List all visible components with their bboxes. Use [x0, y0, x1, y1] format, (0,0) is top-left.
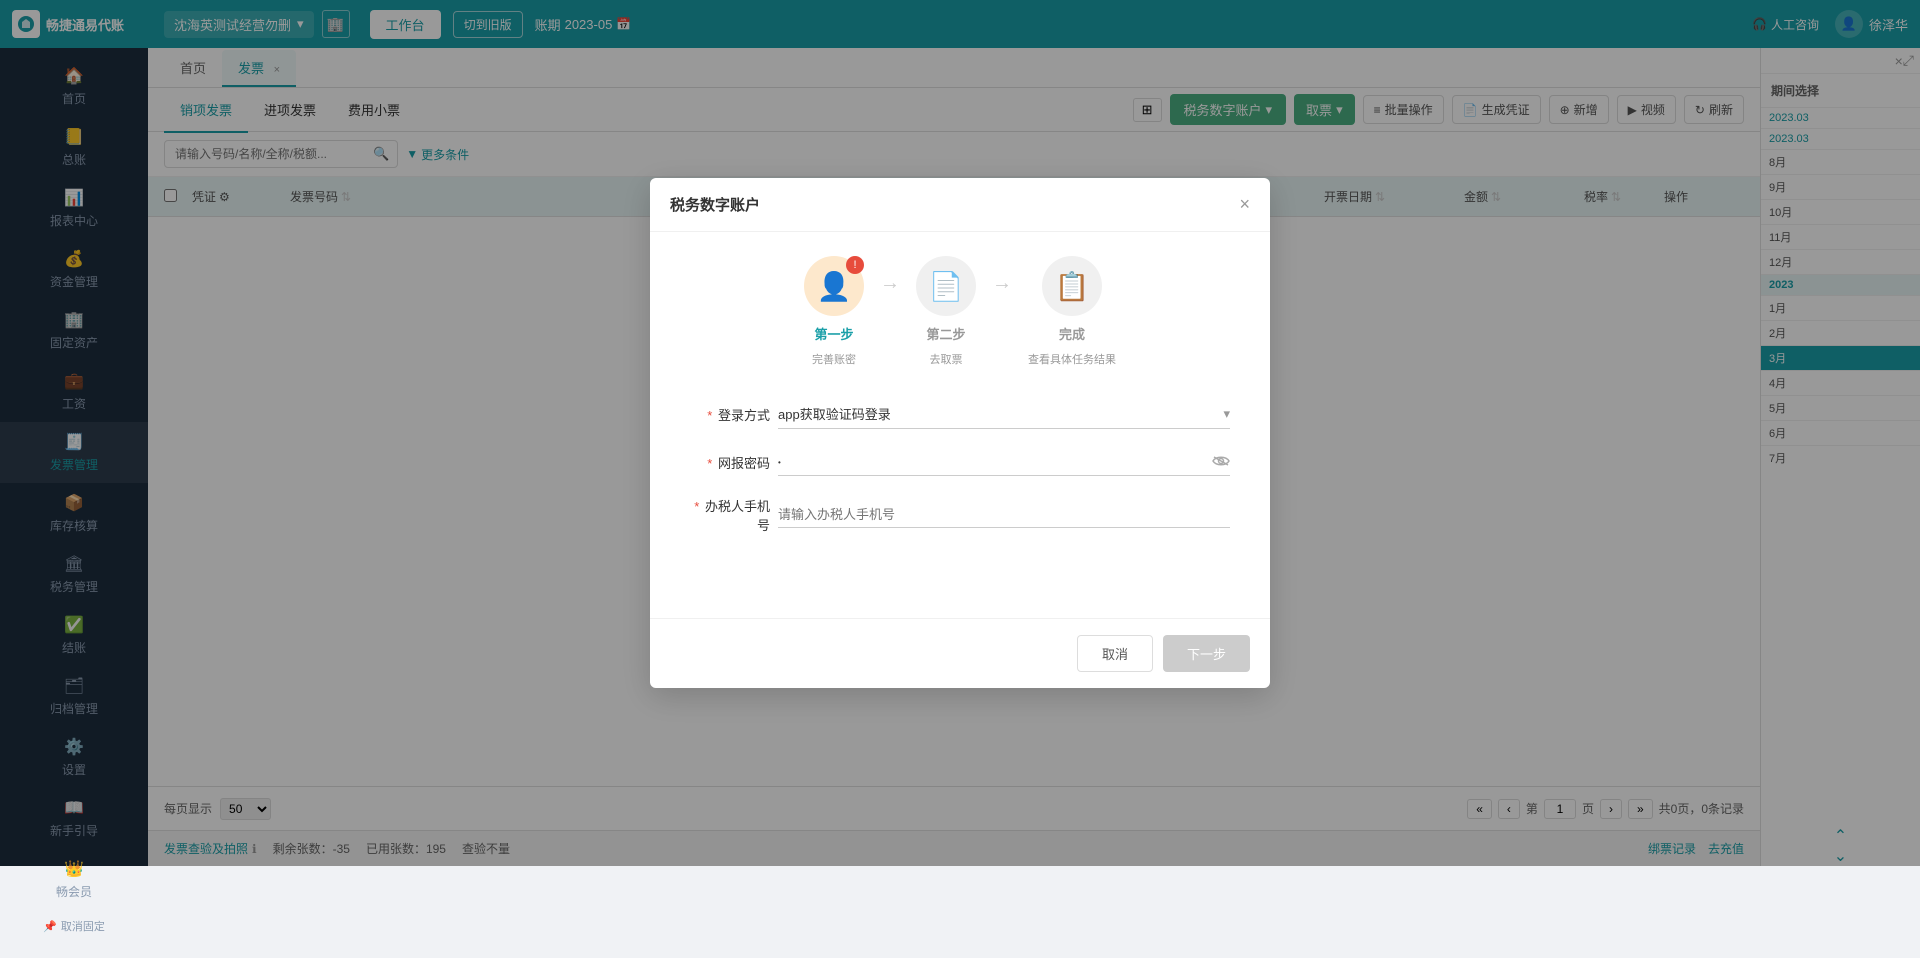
sidebar-bottom: 📌 取消固定	[0, 910, 148, 958]
step-1: 👤 ! 第一步 完善账密	[804, 256, 864, 367]
chevron-down-login: ▾	[1223, 406, 1230, 422]
required-star: *	[707, 408, 712, 423]
steps-container: 👤 ! 第一步 完善账密 → 📄 第二步 去取票 →	[690, 256, 1230, 367]
phone-label: * 办税人手机号	[690, 496, 770, 534]
step-1-icon-wrap: 👤 !	[804, 256, 864, 316]
modal-footer: 取消 下一步	[650, 618, 1270, 688]
modal-overlay: 税务数字账户 × 👤 ! 第一步 完善账密 → 📄	[0, 0, 1920, 866]
password-input-wrapper: •	[778, 449, 1230, 476]
modal-title: 税务数字账户	[670, 194, 760, 215]
step-2-label: 第二步	[926, 324, 965, 343]
step-2-desc: 去取票	[930, 351, 963, 367]
step-3-icon-wrap: 📋	[1042, 256, 1102, 316]
step-1-icon: 👤	[817, 270, 852, 303]
pin-icon: 📌	[43, 920, 57, 933]
login-method-label: * 登录方式	[690, 405, 770, 424]
step-3-desc: 查看具体任务结果	[1028, 351, 1116, 367]
login-method-select[interactable]: app获取验证码登录 ▾	[778, 399, 1230, 429]
next-button[interactable]: 下一步	[1163, 635, 1250, 672]
required-star-phone: *	[694, 499, 699, 514]
step-1-desc: 完善账密	[812, 351, 856, 367]
step-1-badge: !	[846, 256, 864, 274]
password-dot: •	[778, 458, 781, 467]
phone-input[interactable]	[778, 502, 1230, 528]
phone-row: * 办税人手机号	[690, 496, 1230, 534]
login-method-row: * 登录方式 app获取验证码登录 ▾	[690, 399, 1230, 429]
tax-account-modal: 税务数字账户 × 👤 ! 第一步 完善账密 → 📄	[650, 178, 1270, 688]
modal-form: * 登录方式 app获取验证码登录 ▾ * 网报密码 •	[690, 399, 1230, 534]
step-3: 📋 完成 查看具体任务结果	[1028, 256, 1116, 367]
password-label: * 网报密码	[690, 453, 770, 472]
modal-close-button[interactable]: ×	[1239, 194, 1250, 215]
cancel-fix-button[interactable]: 📌 取消固定	[0, 910, 148, 942]
modal-header: 税务数字账户 ×	[650, 178, 1270, 232]
step-1-label: 第一步	[814, 324, 853, 343]
cancel-button[interactable]: 取消	[1077, 635, 1153, 672]
modal-body: 👤 ! 第一步 完善账密 → 📄 第二步 去取票 →	[650, 232, 1270, 618]
arrow-2-3: →	[976, 256, 1028, 295]
password-row: * 网报密码 •	[690, 449, 1230, 476]
step-3-icon: 📋	[1055, 270, 1090, 303]
step-2-icon: 📄	[929, 270, 964, 303]
step-3-label: 完成	[1059, 324, 1085, 343]
step-2-icon-wrap: 📄	[916, 256, 976, 316]
step-2: 📄 第二步 去取票	[916, 256, 976, 367]
cancel-fix-label: 取消固定	[61, 918, 105, 934]
arrow-1-2: →	[864, 256, 916, 295]
required-star-pwd: *	[707, 456, 712, 471]
sidebar-label-member: 畅会员	[56, 883, 92, 900]
login-method-value: app获取验证码登录	[778, 404, 891, 423]
spacer	[690, 554, 1230, 594]
eye-icon[interactable]	[1212, 454, 1230, 470]
